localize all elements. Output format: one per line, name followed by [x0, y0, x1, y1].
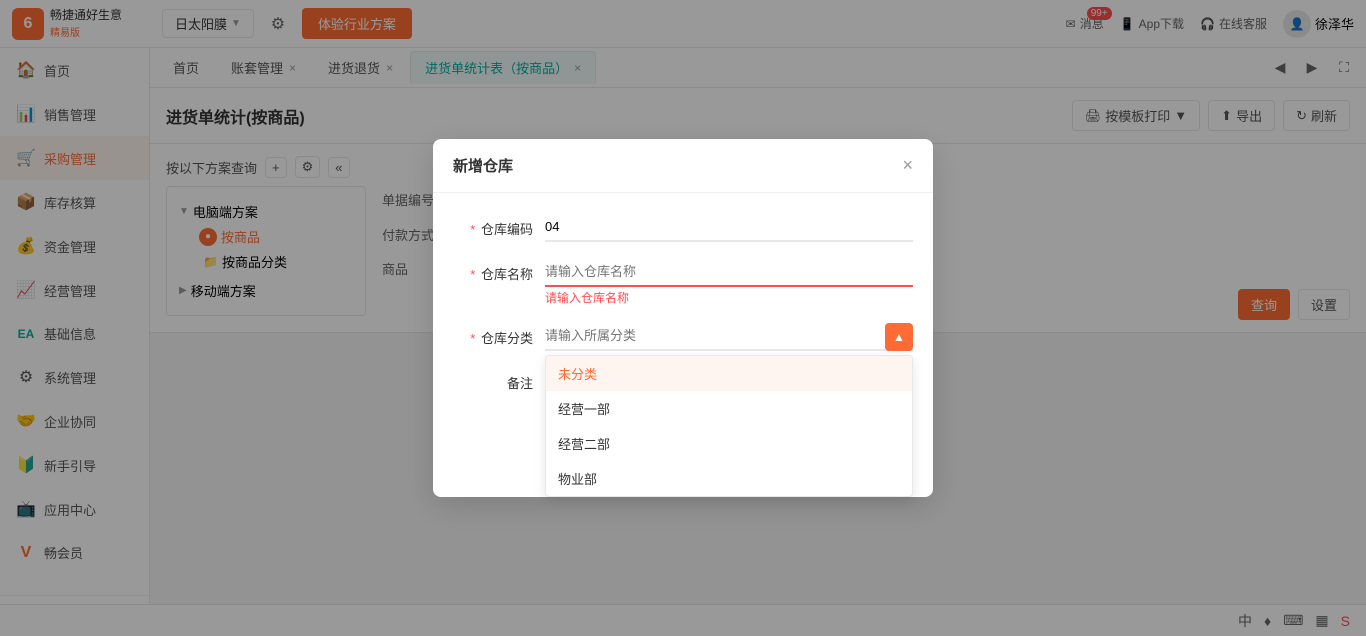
- warehouse-name-field: 请输入仓库名称: [545, 258, 913, 306]
- modal-close-button[interactable]: ×: [902, 155, 913, 176]
- warehouse-name-error: 请输入仓库名称: [545, 289, 913, 306]
- warehouse-category-field: ▲ 未分类 经营一部 经营二部 物业部: [545, 322, 913, 351]
- form-row-code: * 仓库编码: [453, 213, 913, 242]
- dropdown-item-unclassified[interactable]: 未分类: [546, 356, 912, 391]
- dropdown-item-dept3[interactable]: 物业部: [546, 461, 912, 496]
- warehouse-category-label: * 仓库分类: [453, 322, 533, 347]
- warehouse-category-dropdown-list: 未分类 经营一部 经营二部 物业部: [545, 355, 913, 497]
- warehouse-name-input[interactable]: [545, 258, 913, 287]
- chevron-up-icon: ▲: [893, 330, 905, 344]
- warehouse-code-field: [545, 213, 913, 242]
- warehouse-code-label: * 仓库编码: [453, 213, 533, 238]
- remarks-label: 备注: [453, 367, 533, 392]
- modal-add-warehouse: 新增仓库 × * 仓库编码 * 仓库名称: [433, 139, 933, 497]
- modal-header: 新增仓库 ×: [433, 139, 933, 193]
- warehouse-category-input[interactable]: [545, 322, 913, 351]
- warehouse-category-dropdown-button[interactable]: ▲: [885, 323, 913, 351]
- form-row-name: * 仓库名称 请输入仓库名称: [453, 258, 913, 306]
- warehouse-name-label: * 仓库名称: [453, 258, 533, 283]
- modal-body: * 仓库编码 * 仓库名称 请输入仓库名称: [433, 193, 933, 432]
- dropdown-item-dept2[interactable]: 经营二部: [546, 426, 912, 461]
- dropdown-item-dept1[interactable]: 经营一部: [546, 391, 912, 426]
- warehouse-code-input[interactable]: [545, 213, 913, 242]
- form-row-category: * 仓库分类 ▲ 未分类 经营一部 经营二部 物业部: [453, 322, 913, 351]
- modal-title: 新增仓库: [453, 155, 513, 176]
- modal-overlay: 新增仓库 × * 仓库编码 * 仓库名称: [0, 0, 1366, 636]
